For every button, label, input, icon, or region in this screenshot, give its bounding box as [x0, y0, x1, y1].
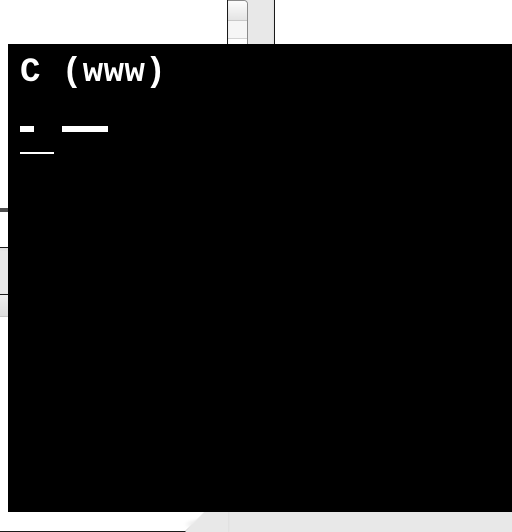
terminal-line [20, 152, 248, 154]
cursor-line-icon [20, 152, 54, 154]
terminal-line: C (www) [20, 54, 248, 92]
terminal-viewport[interactable]: C (www) [8, 44, 248, 232]
dash-icon [20, 126, 34, 132]
terminal-line [20, 126, 248, 132]
dash-icon [62, 126, 108, 132]
